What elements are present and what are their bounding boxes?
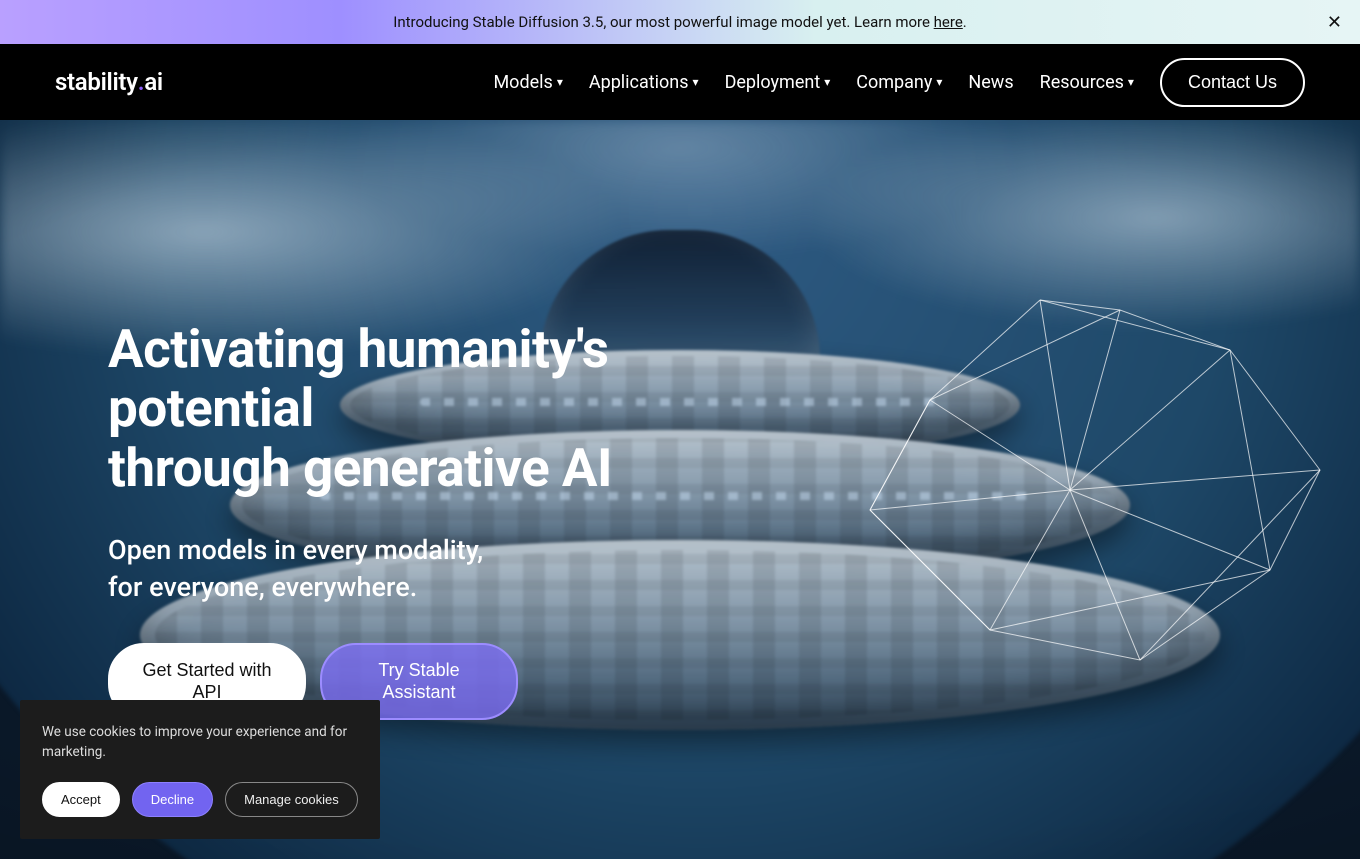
close-icon: ✕ xyxy=(1327,12,1342,32)
nav-label: Deployment xyxy=(725,72,821,93)
announcement-text: Introducing Stable Diffusion 3.5, our mo… xyxy=(393,13,967,31)
cookie-accept-button[interactable]: Accept xyxy=(42,782,120,817)
announcement-close-button[interactable]: ✕ xyxy=(1327,13,1342,31)
nav-item-applications[interactable]: Applications ▾ xyxy=(589,72,699,93)
nav-item-company[interactable]: Company ▾ xyxy=(856,72,942,93)
hero-subtitle: Open models in every modality, for every… xyxy=(108,532,808,605)
hero-content: Activating humanity's potential through … xyxy=(108,320,808,720)
chevron-down-icon: ▾ xyxy=(557,75,563,89)
nav-item-models[interactable]: Models ▾ xyxy=(493,72,562,93)
nav-label: Applications xyxy=(589,72,689,93)
wireframe-graphic xyxy=(860,290,1330,690)
nav-label: Models xyxy=(493,72,552,93)
nav-item-deployment[interactable]: Deployment ▾ xyxy=(725,72,831,93)
cookie-banner: We use cookies to improve your experienc… xyxy=(20,700,380,840)
contact-us-button[interactable]: Contact Us xyxy=(1160,58,1305,107)
hero-title-line2: through generative AI xyxy=(108,437,612,499)
brand-name-part2: ai xyxy=(144,68,163,96)
announcement-bar: Introducing Stable Diffusion 3.5, our mo… xyxy=(0,0,1360,44)
primary-nav: Models ▾ Applications ▾ Deployment ▾ Com… xyxy=(493,58,1305,107)
cookie-manage-button[interactable]: Manage cookies xyxy=(225,782,358,817)
announcement-suffix: . xyxy=(963,13,967,31)
announcement-prefix: Introducing Stable Diffusion 3.5, our mo… xyxy=(393,13,933,31)
site-header: stability.ai Models ▾ Applications ▾ Dep… xyxy=(0,44,1360,120)
hero-sub-line2: for everyone, everywhere. xyxy=(108,571,417,603)
cookie-text: We use cookies to improve your experienc… xyxy=(42,722,358,763)
nav-label: Company xyxy=(856,72,932,93)
announcement-link[interactable]: here xyxy=(934,13,963,31)
hero-title: Activating humanity's potential through … xyxy=(108,320,808,498)
chevron-down-icon: ▾ xyxy=(1128,75,1134,89)
brand-logo[interactable]: stability.ai xyxy=(55,68,163,96)
cookie-decline-button[interactable]: Decline xyxy=(132,782,213,817)
nav-label: Resources xyxy=(1040,72,1124,93)
nav-item-resources[interactable]: Resources ▾ xyxy=(1040,72,1134,93)
hero-sub-line1: Open models in every modality, xyxy=(108,534,483,566)
nav-item-news[interactable]: News xyxy=(968,72,1013,93)
chevron-down-icon: ▾ xyxy=(936,75,942,89)
cookie-buttons: Accept Decline Manage cookies xyxy=(42,782,358,817)
nav-label: News xyxy=(968,72,1013,93)
hero-title-line1: Activating humanity's potential xyxy=(108,318,608,439)
chevron-down-icon: ▾ xyxy=(824,75,830,89)
brand-name-part1: stability xyxy=(55,68,138,96)
chevron-down-icon: ▾ xyxy=(693,75,699,89)
